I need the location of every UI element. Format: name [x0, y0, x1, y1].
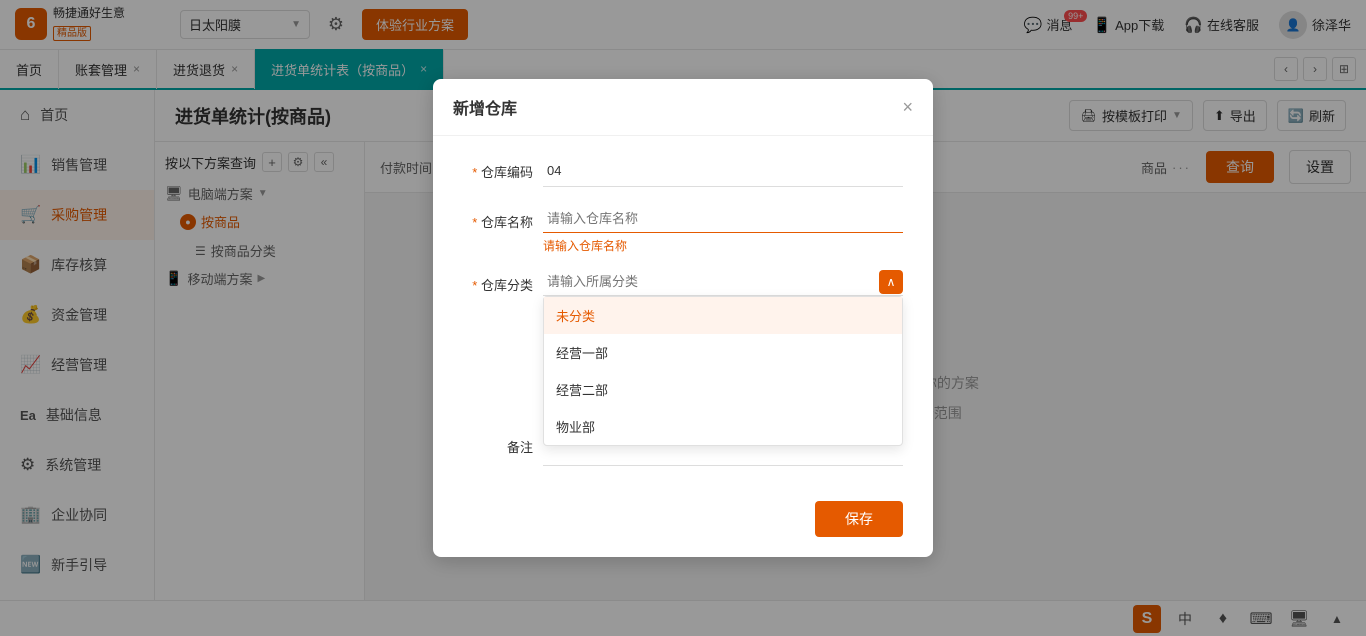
- name-input[interactable]: [543, 205, 903, 233]
- modal-title: 新增仓库: [453, 95, 517, 119]
- category-arrow-btn[interactable]: ∧: [879, 270, 903, 294]
- dropdown-item-0[interactable]: 未分类: [544, 297, 902, 334]
- name-form-row: * 仓库名称: [463, 205, 903, 233]
- code-field: 04: [543, 156, 903, 187]
- modal-footer: 保存: [433, 486, 933, 557]
- category-form-row: * 仓库分类 ∧ 未分类 经营一部: [463, 268, 903, 296]
- code-label: * 仓库编码: [463, 162, 533, 181]
- modal-close-btn[interactable]: ×: [902, 97, 913, 118]
- modal-body: * 仓库编码 04 * 仓库名称 请输入仓库名称: [433, 136, 933, 486]
- modal-header: 新增仓库 ×: [433, 79, 933, 136]
- save-button[interactable]: 保存: [815, 501, 903, 537]
- name-error-row: 请输入仓库名称: [463, 237, 903, 254]
- code-form-row: * 仓库编码 04: [463, 156, 903, 187]
- name-label: * 仓库名称: [463, 205, 533, 231]
- dropdown-item-3[interactable]: 物业部: [544, 408, 902, 445]
- dropdown-item-2[interactable]: 经营二部: [544, 371, 902, 408]
- note-label: 备注: [463, 437, 533, 456]
- dropdown-item-1[interactable]: 经营一部: [544, 334, 902, 371]
- modal-overlay: 新增仓库 × * 仓库编码 04 * 仓库名称: [0, 0, 1366, 636]
- modal: 新增仓库 × * 仓库编码 04 * 仓库名称: [433, 79, 933, 557]
- category-dropdown: 未分类 经营一部 经营二部 物业部: [543, 296, 903, 446]
- category-field: ∧ 未分类 经营一部 经营二部 物业部: [543, 268, 903, 296]
- name-error-msg: 请输入仓库名称: [543, 237, 903, 254]
- category-label: * 仓库分类: [463, 268, 533, 294]
- code-value: 04: [547, 163, 561, 178]
- category-input[interactable]: [543, 268, 903, 295]
- category-input-wrapper: ∧: [543, 268, 903, 296]
- name-field: [543, 205, 903, 233]
